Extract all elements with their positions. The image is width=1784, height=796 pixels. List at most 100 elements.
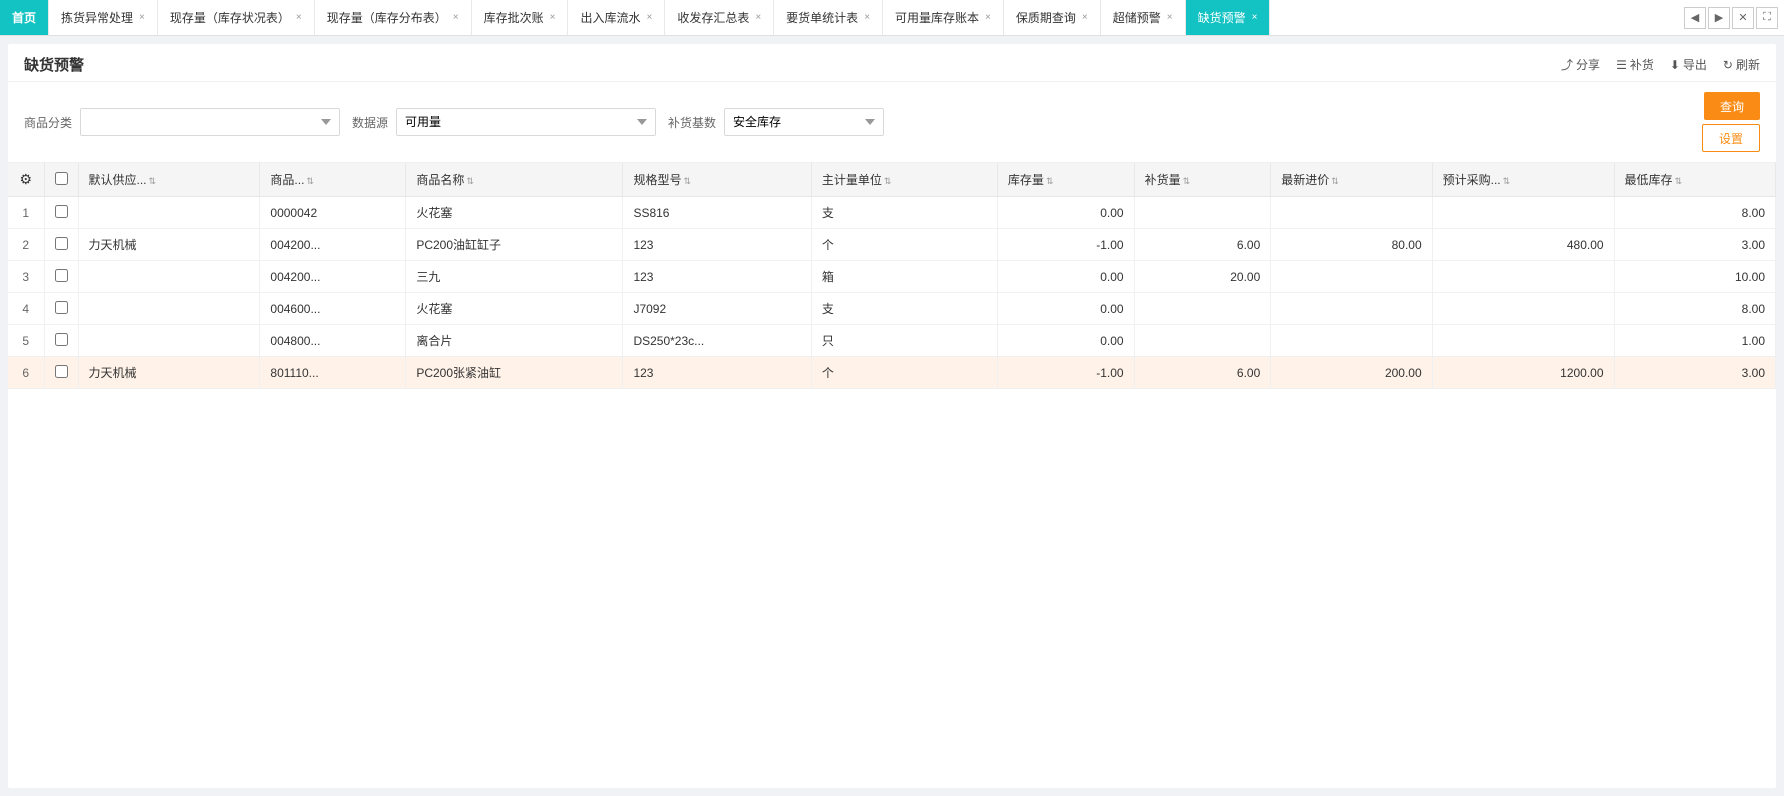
row-checkbox[interactable] <box>44 357 78 389</box>
table-row[interactable]: 3004200...三九123箱0.0020.0010.00 <box>8 261 1776 293</box>
table-row[interactable]: 2力天机械004200...PC200油缸缸子123个-1.006.0080.0… <box>8 229 1776 261</box>
query-button[interactable]: 查询 <box>1704 92 1760 120</box>
datasource-select[interactable]: 可用量 <box>396 108 656 136</box>
replenish-cell: 6.00 <box>1134 357 1271 389</box>
tab-item-0[interactable]: 首页 <box>0 0 49 35</box>
latest-price-cell: 200.00 <box>1271 357 1432 389</box>
min-stock-cell: 3.00 <box>1614 229 1775 261</box>
sort-icon-3: ⇅ <box>306 176 314 186</box>
col-header-6[interactable]: 主计量单位⇅ <box>811 163 997 197</box>
refresh-icon: ↻ <box>1723 58 1733 72</box>
tab-item-1[interactable]: 拣货异常处理× <box>49 0 158 35</box>
replenish-cell <box>1134 325 1271 357</box>
tab-close-all-button[interactable]: ✕ <box>1732 7 1754 29</box>
row-checkbox-input[interactable] <box>55 365 68 378</box>
tab-prev-button[interactable]: ◀ <box>1684 7 1706 29</box>
tab-close-11[interactable]: × <box>1252 12 1258 23</box>
col-header-11[interactable]: 最低库存⇅ <box>1614 163 1775 197</box>
product-code-cell: 004600... <box>260 293 406 325</box>
header-actions: ⤴ 分享 ☰ 补货 ⬇ 导出 ↻ 刷新 <box>1561 56 1760 73</box>
tab-close-8[interactable]: × <box>985 12 991 23</box>
spec-cell: J7092 <box>623 293 811 325</box>
unit-cell: 只 <box>811 325 997 357</box>
supplement-action[interactable]: ☰ 补货 <box>1616 56 1654 73</box>
sort-icon-6: ⇅ <box>884 176 892 186</box>
tab-item-2[interactable]: 现存量（库存状况表）× <box>158 0 315 35</box>
filter-right-buttons: 查询 设置 <box>1702 92 1760 152</box>
col-header-5[interactable]: 规格型号⇅ <box>623 163 811 197</box>
tab-close-3[interactable]: × <box>453 12 459 23</box>
tab-item-9[interactable]: 保质期查询× <box>1004 0 1101 35</box>
col-header-2[interactable]: 默认供应...⇅ <box>78 163 260 197</box>
row-checkbox-input[interactable] <box>55 205 68 218</box>
unit-cell: 个 <box>811 229 997 261</box>
min-stock-cell: 8.00 <box>1614 197 1775 229</box>
col-header-3[interactable]: 商品...⇅ <box>260 163 406 197</box>
row-checkbox-input[interactable] <box>55 237 68 250</box>
tab-next-button[interactable]: ▶ <box>1708 7 1730 29</box>
setting-button[interactable]: 设置 <box>1702 124 1760 152</box>
tab-item-8[interactable]: 可用量库存账本× <box>883 0 1004 35</box>
col-header-7[interactable]: 库存量⇅ <box>997 163 1134 197</box>
unit-cell: 支 <box>811 197 997 229</box>
product-code-cell: 004200... <box>260 261 406 293</box>
table-body: 10000042火花塞SS816支0.008.002力天机械004200...P… <box>8 197 1776 389</box>
table-row[interactable]: 4004600...火花塞J7092支0.008.00 <box>8 293 1776 325</box>
table-row[interactable]: 6力天机械801110...PC200张紧油缸123个-1.006.00200.… <box>8 357 1776 389</box>
settings-gear-icon[interactable]: ⚙ <box>19 171 32 187</box>
col-header-10[interactable]: 预计采购...⇅ <box>1432 163 1614 197</box>
row-checkbox-input[interactable] <box>55 333 68 346</box>
tab-close-10[interactable]: × <box>1167 12 1173 23</box>
tab-close-1[interactable]: × <box>139 12 145 23</box>
col-header-8[interactable]: 补货量⇅ <box>1134 163 1271 197</box>
tab-close-9[interactable]: × <box>1082 12 1088 23</box>
supplier-cell <box>78 197 260 229</box>
row-checkbox[interactable] <box>44 229 78 261</box>
replenish-select[interactable]: 安全库存 <box>724 108 884 136</box>
select-all-checkbox[interactable] <box>55 172 68 185</box>
latest-price-cell <box>1271 261 1432 293</box>
row-checkbox[interactable] <box>44 293 78 325</box>
tab-item-7[interactable]: 要货单统计表× <box>774 0 883 35</box>
supplier-cell <box>78 325 260 357</box>
tab-item-10[interactable]: 超储预警× <box>1101 0 1186 35</box>
col-header-0[interactable]: ⚙ <box>8 163 44 197</box>
tab-item-3[interactable]: 现存量（库存分布表）× <box>315 0 472 35</box>
refresh-action[interactable]: ↻ 刷新 <box>1723 56 1760 73</box>
estimated-purchase-cell: 480.00 <box>1432 229 1614 261</box>
supplier-cell: 力天机械 <box>78 357 260 389</box>
row-checkbox-input[interactable] <box>55 301 68 314</box>
row-checkbox[interactable] <box>44 325 78 357</box>
tab-item-6[interactable]: 收发存汇总表× <box>665 0 774 35</box>
tab-item-5[interactable]: 出入库流水× <box>568 0 665 35</box>
estimated-purchase-cell <box>1432 293 1614 325</box>
table-row[interactable]: 5004800...离合片DS250*23c...只0.001.00 <box>8 325 1776 357</box>
min-stock-cell: 3.00 <box>1614 357 1775 389</box>
row-checkbox[interactable] <box>44 261 78 293</box>
category-select[interactable] <box>80 108 340 136</box>
replenish-cell <box>1134 197 1271 229</box>
row-index: 2 <box>8 229 44 261</box>
tab-close-7[interactable]: × <box>864 12 870 23</box>
tab-close-4[interactable]: × <box>550 12 556 23</box>
tab-close-5[interactable]: × <box>646 12 652 23</box>
estimated-purchase-cell: 1200.00 <box>1432 357 1614 389</box>
tab-close-6[interactable]: × <box>755 12 761 23</box>
table-row[interactable]: 10000042火花塞SS816支0.008.00 <box>8 197 1776 229</box>
tab-item-11[interactable]: 缺货预警× <box>1186 0 1271 35</box>
row-checkbox-input[interactable] <box>55 269 68 282</box>
col-header-1 <box>44 163 78 197</box>
stock-cell: 0.00 <box>997 261 1134 293</box>
col-header-4[interactable]: 商品名称⇅ <box>406 163 623 197</box>
tab-close-2[interactable]: × <box>296 12 302 23</box>
sort-icon-11: ⇅ <box>1675 176 1683 186</box>
row-checkbox[interactable] <box>44 197 78 229</box>
tab-item-4[interactable]: 库存批次账× <box>472 0 569 35</box>
export-action[interactable]: ⬇ 导出 <box>1670 56 1707 73</box>
latest-price-cell <box>1271 197 1432 229</box>
col-header-9[interactable]: 最新进价⇅ <box>1271 163 1432 197</box>
estimated-purchase-cell <box>1432 261 1614 293</box>
tab-maximize-button[interactable]: ⛶ <box>1756 7 1778 29</box>
share-action[interactable]: ⤴ 分享 <box>1561 56 1600 73</box>
min-stock-cell: 10.00 <box>1614 261 1775 293</box>
